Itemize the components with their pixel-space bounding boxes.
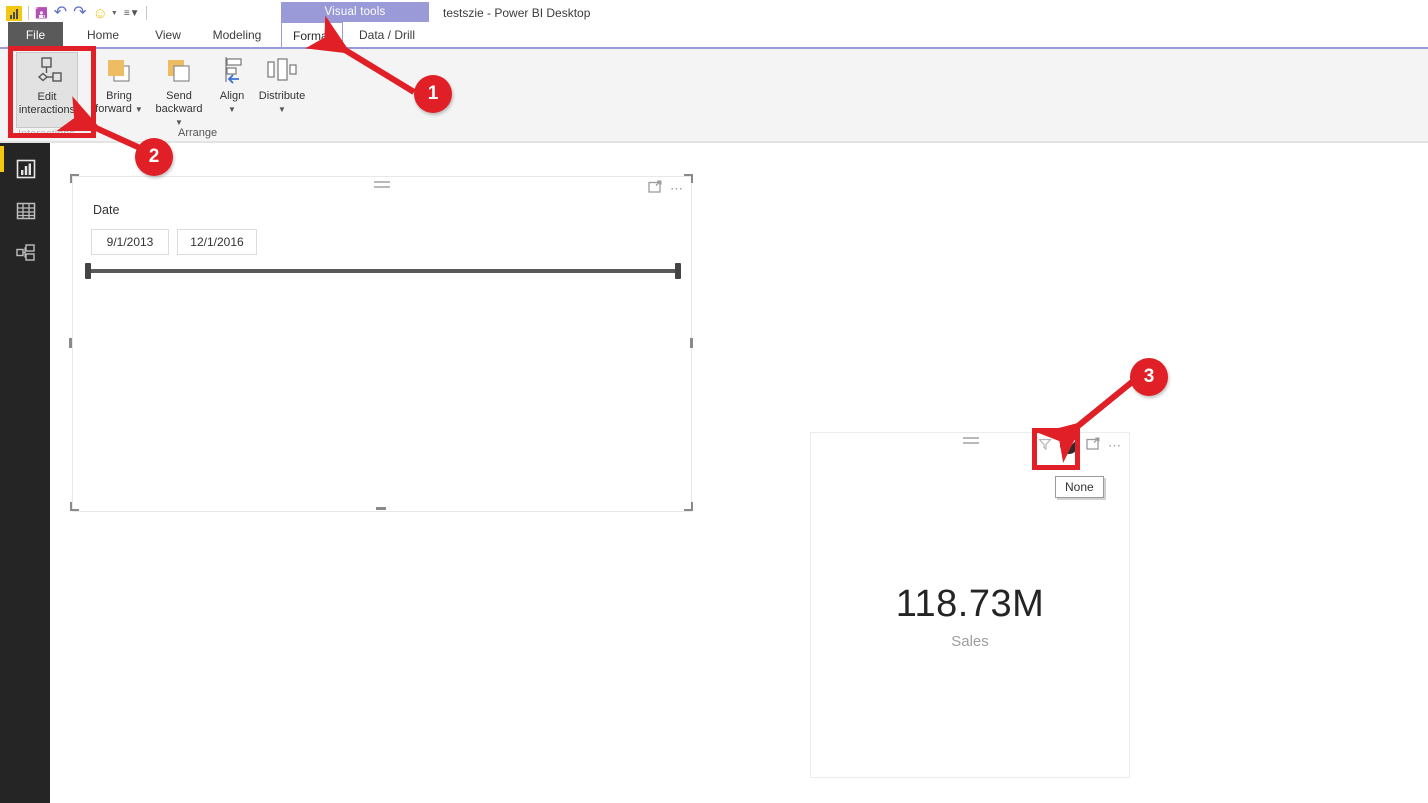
focus-mode-icon[interactable] [1086,437,1100,453]
undo-icon[interactable]: ↶ [54,5,67,21]
card-visual-header: ⋯ [811,433,1129,455]
edit-interactions-label-line2: interactions [18,104,76,116]
align-dropdown-icon[interactable]: ▼ [210,103,254,116]
annotation-badge-1: 1 [414,75,452,113]
card-label: Sales [951,633,989,650]
align-label: Align [219,90,245,102]
sidebar-item-report-view[interactable] [12,155,40,183]
slicer-field-label: Date [93,203,120,217]
slicer-start-date-input[interactable]: 9/1/2013 [91,229,169,255]
bar-chart-icon [16,159,36,179]
selection-handle-top-left-v[interactable] [70,174,72,183]
distribute-icon [254,52,310,90]
slicer-visual-date[interactable]: ⋯ Date 9/1/2013 12/1/2016 [72,176,692,512]
distribute-dropdown-icon[interactable]: ▼ [254,103,310,116]
send-backward-dropdown-icon[interactable]: ▼ [175,118,183,127]
tooltip-none: None [1055,476,1104,498]
bring-forward-label-line1: Bring [106,90,132,102]
selection-handle-right-mid[interactable] [690,338,693,348]
slicer-range-handle-right[interactable] [675,263,681,279]
annotation-badge-3: 3 [1130,358,1168,396]
bring-forward-icon [90,52,148,90]
edit-interactions-label-line1: Edit [37,91,57,103]
send-backward-button[interactable]: Send backward ▼ [150,52,208,129]
tab-file[interactable]: File [8,22,63,48]
edit-interactions-icon [17,53,77,91]
ribbon-group-arrange-label: Arrange [178,127,218,139]
power-bi-logo-icon [6,5,22,21]
selection-handle-top-right-v[interactable] [691,174,693,183]
customize-qat-icon[interactable]: ≡▼ [124,8,140,19]
tab-view[interactable]: View [140,22,196,48]
tab-data-drill[interactable]: Data / Drill [345,22,429,48]
distribute-label: Distribute [258,90,306,102]
save-icon[interactable]: 🖪 [35,6,48,21]
contextual-tab-group-visual-tools: Visual tools [281,2,429,22]
ribbon-group-interactions-label: Interactions [18,128,75,140]
card-value: 118.73M [895,583,1045,625]
selection-handle-left-mid[interactable] [69,338,72,348]
card-header-icon-group[interactable]: ⋯ [1038,436,1121,454]
send-backward-icon [150,52,208,90]
redo-icon[interactable]: ↷ [73,5,86,21]
align-icon [210,52,254,90]
drag-handle-icon[interactable] [374,181,390,191]
smiley-feedback-icon[interactable]: ☺ [93,6,108,21]
bring-forward-button[interactable]: Bring forward ▼ [90,52,148,116]
window-title: testszie - Power BI Desktop [443,6,591,20]
smiley-dropdown-icon[interactable]: ▼ [111,10,118,17]
tab-format[interactable]: Format [281,22,343,48]
slicer-header-icon-group[interactable]: ⋯ [648,180,683,196]
no-interaction-icon[interactable] [1060,436,1078,454]
more-options-icon[interactable]: ⋯ [1108,439,1121,452]
send-backward-label-line1: Send [166,90,192,102]
view-switcher-rail [0,143,50,803]
focus-mode-icon[interactable] [648,180,662,196]
annotation-badge-2: 2 [135,138,173,176]
slicer-visual-header: ⋯ [73,177,691,199]
distribute-button[interactable]: Distribute ▼ [254,52,310,116]
slicer-end-date-input[interactable]: 12/1/2016 [177,229,257,255]
selection-handle-bottom-mid[interactable] [376,507,386,510]
table-icon [16,202,36,220]
sidebar-item-data-view[interactable] [12,197,40,225]
tab-modeling[interactable]: Modeling [198,22,276,48]
bring-forward-dropdown-icon[interactable]: ▼ [135,105,143,114]
active-view-indicator [0,146,4,172]
sidebar-item-model-view[interactable] [12,239,40,267]
slicer-range-track[interactable] [89,269,677,273]
slicer-range-handle-left[interactable] [85,263,91,279]
qat-divider-1 [28,6,29,20]
quick-access-toolbar[interactable]: 🖪 ↶ ↷ ☺ ▼ ≡▼ [6,3,147,23]
relationships-icon [16,244,35,261]
filter-icon[interactable] [1038,437,1052,453]
edit-interactions-button[interactable]: Edit interactions [16,52,78,128]
selection-handle-bottom-left-v[interactable] [70,502,72,511]
bring-forward-label-line2: forward ▼ [95,103,143,115]
more-options-icon[interactable]: ⋯ [670,182,683,195]
selection-handle-bottom-right-v[interactable] [691,502,693,511]
qat-divider-2 [145,6,147,20]
tab-home[interactable]: Home [72,22,134,48]
drag-handle-icon[interactable] [963,437,979,447]
align-button[interactable]: Align ▼ [210,52,254,116]
ribbon-tabstrip[interactable]: File Home View Modeling Format Data / Dr… [0,22,1428,48]
send-backward-label-line2: backward ▼ [155,103,203,127]
